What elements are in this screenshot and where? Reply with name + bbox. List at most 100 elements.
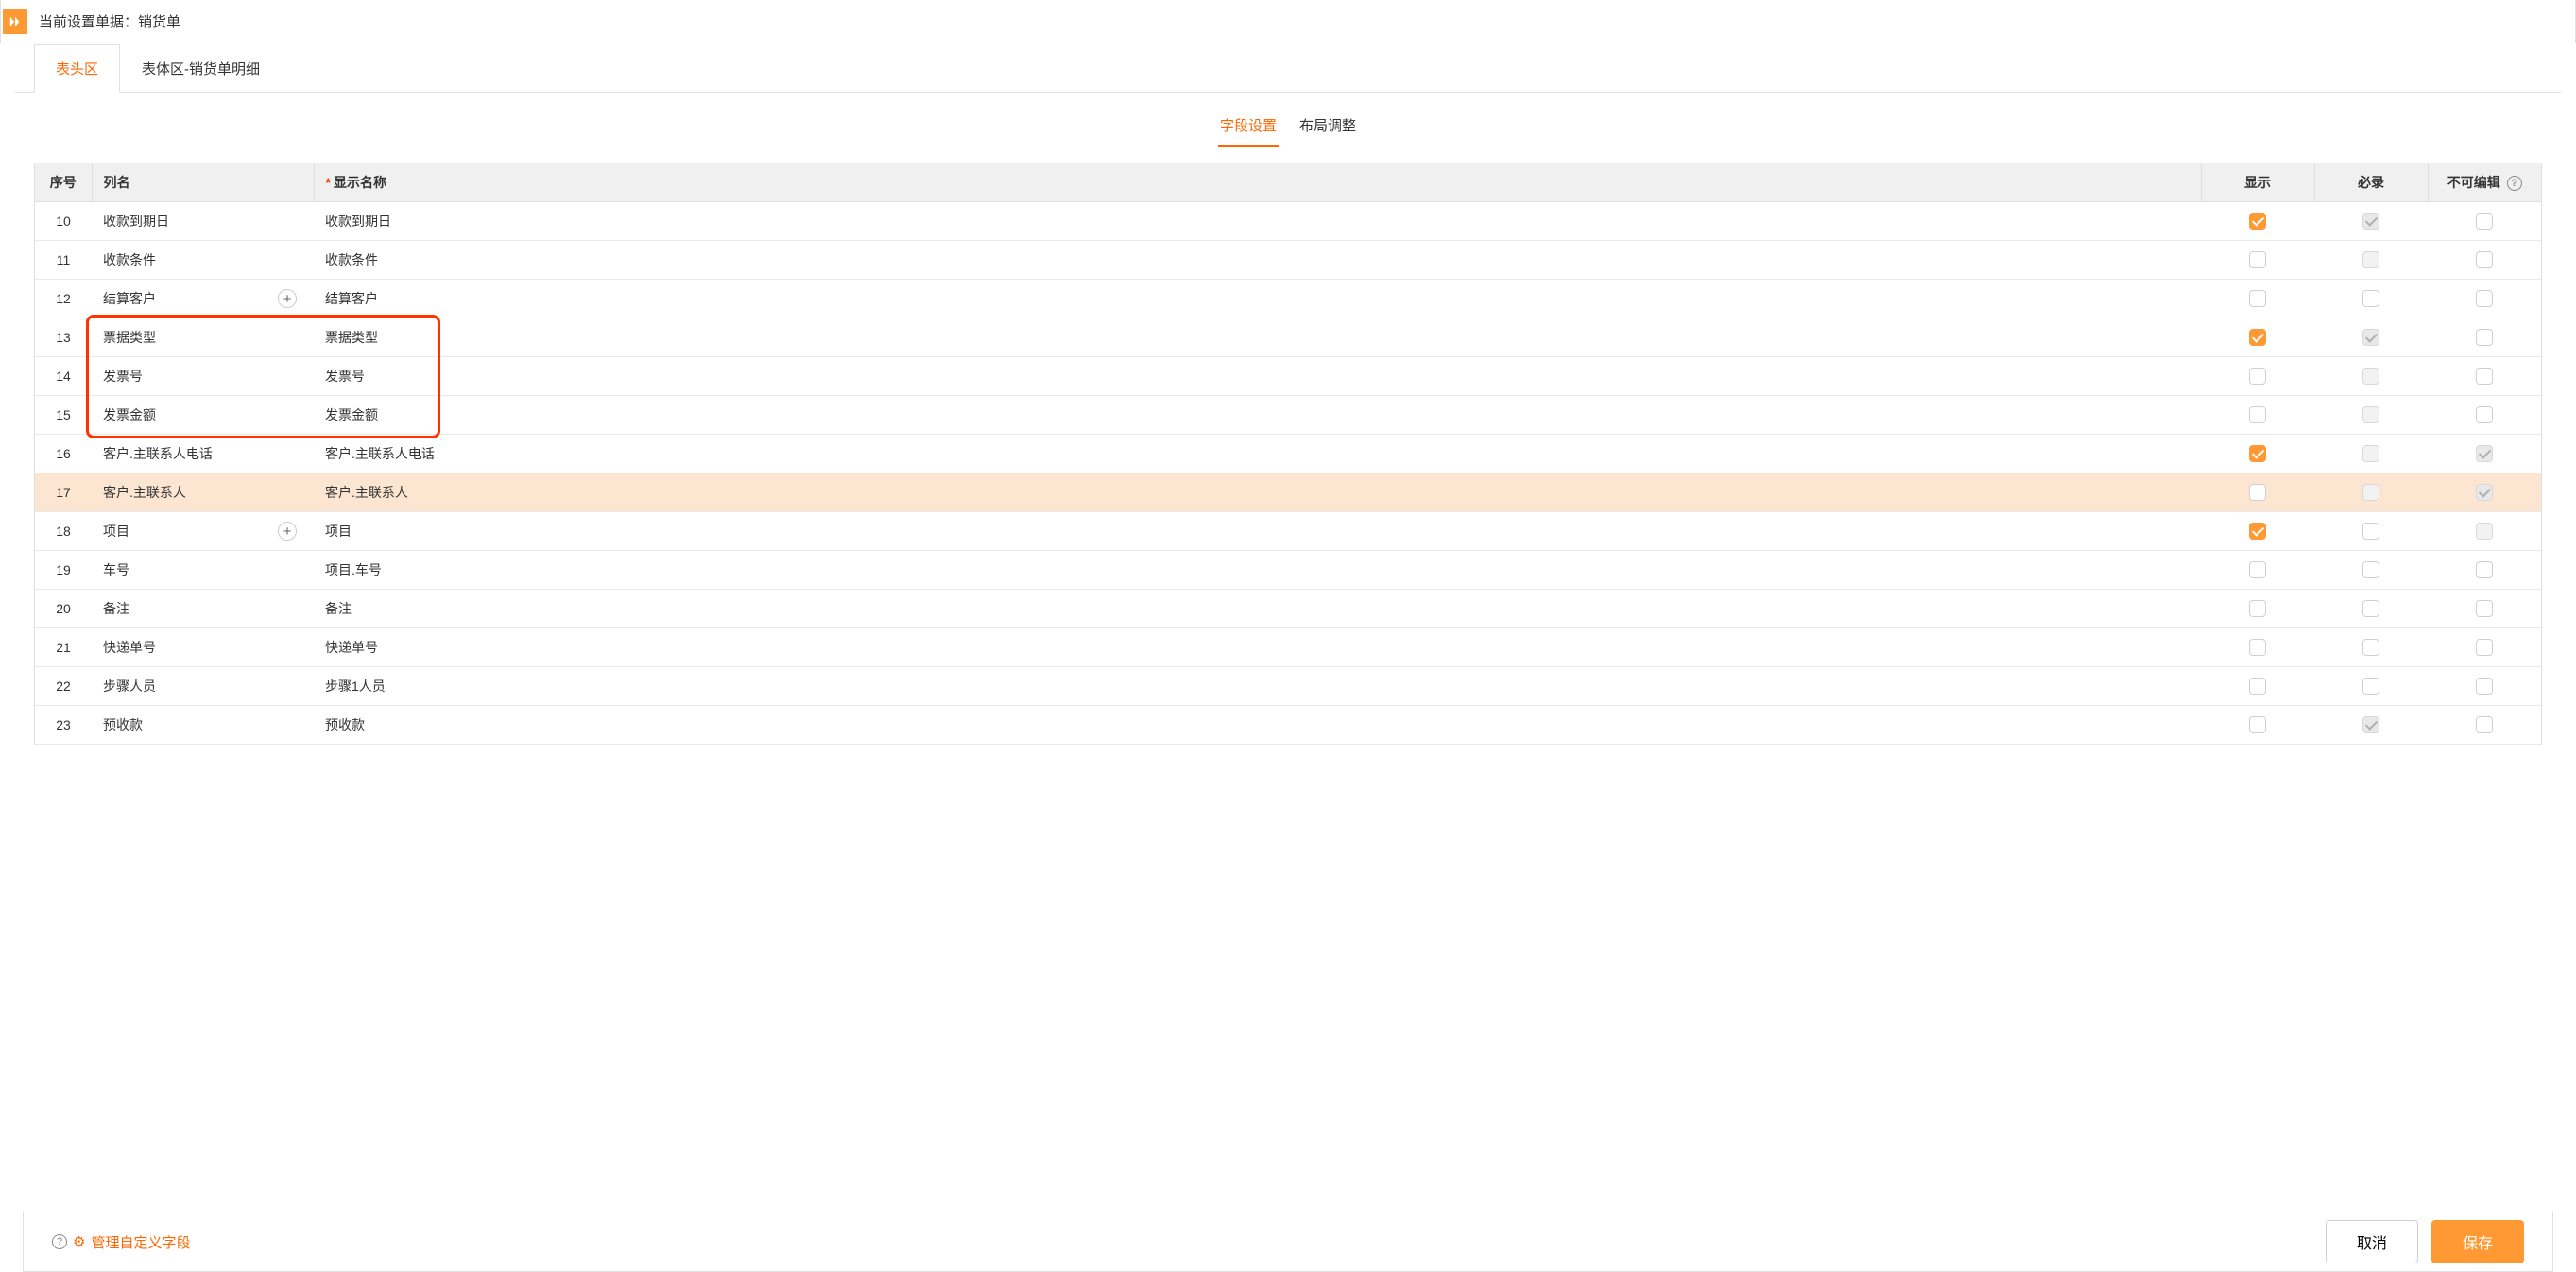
- row-name: 步骤人员: [92, 667, 314, 706]
- row-name: 票据类型: [92, 318, 314, 357]
- manage-custom-fields-link[interactable]: 管理自定义字段: [91, 1232, 190, 1252]
- table-row: 17客户.主联系人客户.主联系人: [35, 473, 2541, 512]
- required-checkbox[interactable]: [2362, 600, 2379, 617]
- header-bar: 当前设置单据：销货单: [0, 0, 2576, 43]
- show-checkbox[interactable]: [2249, 678, 2266, 695]
- primary-tab-0[interactable]: 表头区: [34, 44, 120, 93]
- required-checkbox[interactable]: [2362, 523, 2379, 540]
- row-seq: 22: [35, 667, 92, 706]
- show-checkbox[interactable]: [2249, 561, 2266, 578]
- noedit-checkbox[interactable]: [2476, 251, 2493, 268]
- required-checkbox: [2362, 445, 2379, 462]
- row-seq: 23: [35, 706, 92, 745]
- show-checkbox[interactable]: [2249, 329, 2266, 346]
- noedit-checkbox[interactable]: [2476, 290, 2493, 307]
- primary-tab-1[interactable]: 表体区-销货单明细: [120, 44, 282, 93]
- required-checkbox: [2362, 406, 2379, 423]
- gear-icon: ⚙: [73, 1233, 85, 1250]
- noedit-checkbox[interactable]: [2476, 329, 2493, 346]
- noedit-checkbox[interactable]: [2476, 368, 2493, 385]
- col-header-show: 显示: [2201, 163, 2314, 202]
- cancel-button[interactable]: 取消: [2326, 1220, 2418, 1263]
- required-star-icon: *: [326, 175, 331, 190]
- show-checkbox[interactable]: [2249, 368, 2266, 385]
- noedit-checkbox[interactable]: [2476, 406, 2493, 423]
- row-name: 发票号: [92, 357, 314, 396]
- required-checkbox: [2362, 716, 2379, 733]
- required-checkbox[interactable]: [2362, 678, 2379, 695]
- noedit-checkbox: [2476, 445, 2493, 462]
- row-seq: 18: [35, 512, 92, 551]
- table-row: 22步骤人员步骤1人员: [35, 667, 2541, 706]
- row-seq: 16: [35, 435, 92, 473]
- plus-icon[interactable]: +: [278, 289, 297, 308]
- row-seq: 19: [35, 551, 92, 590]
- row-display-name[interactable]: 发票金额: [314, 396, 2201, 435]
- show-checkbox[interactable]: [2249, 406, 2266, 423]
- table-row: 15发票金额发票金额: [35, 396, 2541, 435]
- fields-table: 序号 列名 *显示名称 显示 必录 不可编辑 ?: [35, 163, 2541, 745]
- required-checkbox: [2362, 329, 2379, 346]
- show-checkbox[interactable]: [2249, 716, 2266, 733]
- help-icon[interactable]: ?: [2507, 176, 2522, 191]
- noedit-checkbox[interactable]: [2476, 639, 2493, 656]
- row-display-name[interactable]: 客户.主联系人电话: [314, 435, 2201, 473]
- table-row: 18项目+项目: [35, 512, 2541, 551]
- table-row: 13票据类型票据类型: [35, 318, 2541, 357]
- row-display-name[interactable]: 预收款: [314, 706, 2201, 745]
- row-name: 项目+: [92, 512, 314, 551]
- required-checkbox: [2362, 213, 2379, 230]
- row-display-name[interactable]: 项目.车号: [314, 551, 2201, 590]
- row-display-name[interactable]: 结算客户: [314, 280, 2201, 318]
- noedit-checkbox[interactable]: [2476, 213, 2493, 230]
- row-seq: 21: [35, 628, 92, 667]
- chevron-right-double-icon: [9, 15, 22, 28]
- secondary-tab-1[interactable]: 布局调整: [1297, 110, 1358, 147]
- save-button[interactable]: 保存: [2431, 1220, 2524, 1263]
- show-checkbox[interactable]: [2249, 523, 2266, 540]
- row-name: 收款条件: [92, 241, 314, 280]
- plus-icon[interactable]: +: [278, 522, 297, 541]
- show-checkbox[interactable]: [2249, 251, 2266, 268]
- table-row: 19车号项目.车号: [35, 551, 2541, 590]
- required-checkbox: [2362, 251, 2379, 268]
- row-display-name[interactable]: 快递单号: [314, 628, 2201, 667]
- row-name: 备注: [92, 590, 314, 628]
- row-name: 车号: [92, 551, 314, 590]
- row-display-name[interactable]: 客户.主联系人: [314, 473, 2201, 512]
- col-header-seq: 序号: [35, 163, 92, 202]
- row-display-name[interactable]: 步骤1人员: [314, 667, 2201, 706]
- show-checkbox[interactable]: [2249, 290, 2266, 307]
- row-display-name[interactable]: 收款条件: [314, 241, 2201, 280]
- show-checkbox[interactable]: [2249, 213, 2266, 230]
- table-row: 20备注备注: [35, 590, 2541, 628]
- row-display-name[interactable]: 项目: [314, 512, 2201, 551]
- sidebar-toggle-button[interactable]: [3, 9, 27, 34]
- row-display-name[interactable]: 发票号: [314, 357, 2201, 396]
- noedit-checkbox[interactable]: [2476, 600, 2493, 617]
- table-row: 12结算客户+结算客户: [35, 280, 2541, 318]
- table-row: 11收款条件收款条件: [35, 241, 2541, 280]
- row-display-name[interactable]: 票据类型: [314, 318, 2201, 357]
- required-checkbox[interactable]: [2362, 561, 2379, 578]
- row-name: 客户.主联系人电话: [92, 435, 314, 473]
- show-checkbox[interactable]: [2249, 445, 2266, 462]
- row-seq: 17: [35, 473, 92, 512]
- noedit-checkbox[interactable]: [2476, 678, 2493, 695]
- row-seq: 15: [35, 396, 92, 435]
- noedit-checkbox[interactable]: [2476, 561, 2493, 578]
- row-display-name[interactable]: 收款到期日: [314, 202, 2201, 241]
- required-checkbox[interactable]: [2362, 639, 2379, 656]
- show-checkbox[interactable]: [2249, 484, 2266, 501]
- help-icon[interactable]: ?: [52, 1234, 67, 1249]
- row-name: 预收款: [92, 706, 314, 745]
- required-checkbox[interactable]: [2362, 290, 2379, 307]
- required-checkbox: [2362, 484, 2379, 501]
- col-header-required: 必录: [2314, 163, 2428, 202]
- secondary-tab-0[interactable]: 字段设置: [1218, 110, 1279, 147]
- noedit-checkbox[interactable]: [2476, 716, 2493, 733]
- show-checkbox[interactable]: [2249, 639, 2266, 656]
- show-checkbox[interactable]: [2249, 600, 2266, 617]
- row-display-name[interactable]: 备注: [314, 590, 2201, 628]
- col-header-name: 列名: [92, 163, 314, 202]
